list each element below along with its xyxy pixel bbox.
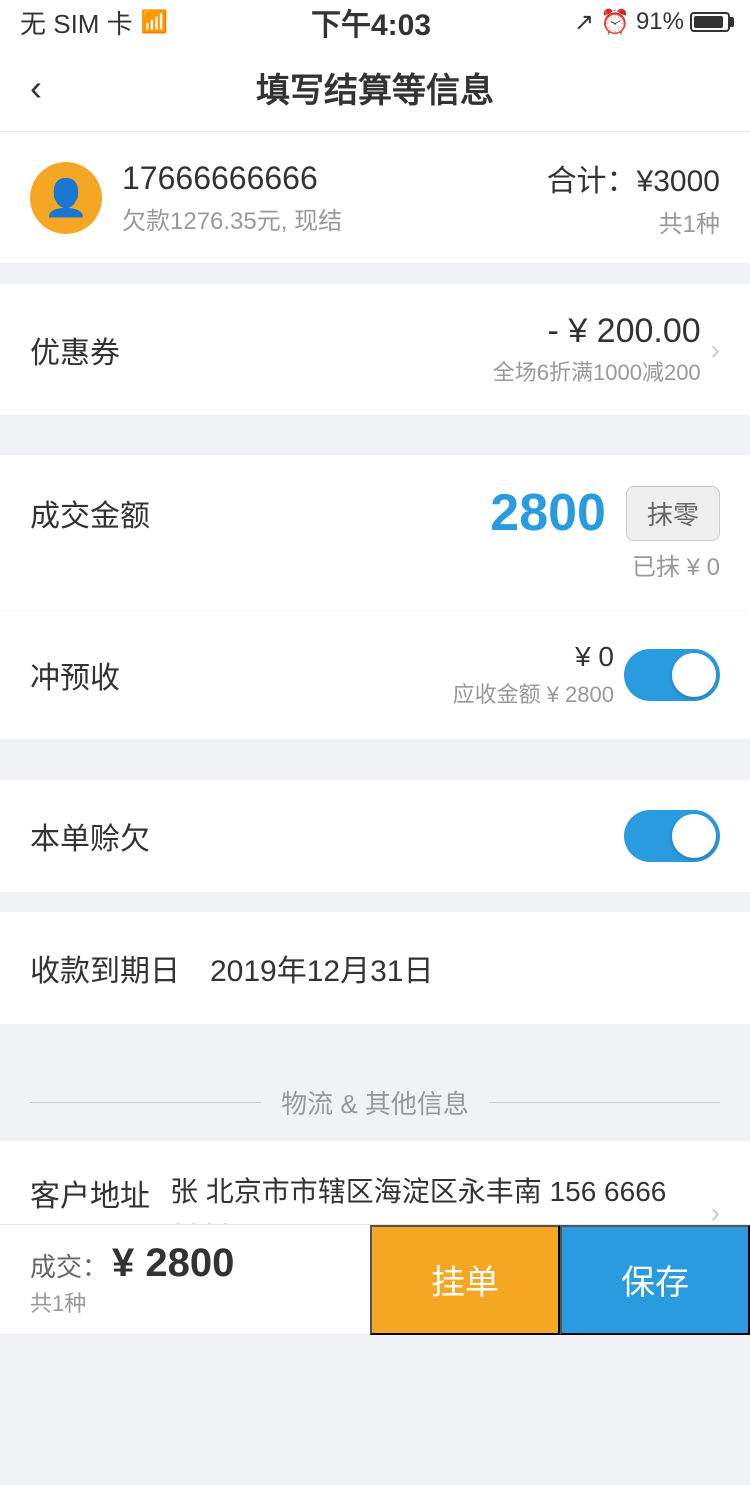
logistics-section-header: 物流 & 其他信息 — [0, 1064, 750, 1141]
page-title: 填写结算等信息 — [256, 63, 494, 112]
prepayment-row: 冲预收 ¥ 0 应收金额 ¥ 2800 — [0, 610, 750, 739]
status-bar-right: ↗ ⏰ 91% — [574, 8, 730, 37]
prepayment-value: ¥ 0 — [453, 641, 614, 673]
coupon-chevron-icon: › — [711, 334, 720, 366]
bottom-count: 共1种 — [30, 1286, 340, 1318]
due-date-card: 收款到期日 2019年12月31日 — [0, 912, 750, 1024]
credit-toggle-knob — [672, 814, 716, 858]
alarm-icon: ⏰ — [600, 8, 630, 37]
prepayment-toggle[interactable] — [624, 649, 720, 701]
prepayment-right: ¥ 0 应收金额 ¥ 2800 — [453, 641, 720, 709]
amount-card: 成交金额 2800 抹零 已抹 ¥ 0 冲预收 ¥ 0 应收金额 ¥ 2800 — [0, 455, 750, 739]
credit-toggle[interactable] — [624, 810, 720, 862]
credit-row: 本单赊欠 — [0, 779, 750, 892]
battery-percent: 91% — [636, 8, 684, 36]
total-amount: 合计：¥3000 — [547, 156, 720, 200]
due-date-label: 收款到期日 — [30, 946, 180, 990]
status-bar: 无 SIM 卡 📶 下午4:03 ↗ ⏰ 91% — [0, 0, 750, 44]
coupon-right: - ¥ 200.00 全场6折满1000减200 — [493, 312, 701, 387]
section-line-right — [489, 1102, 720, 1103]
amount-row: 成交金额 2800 抹零 — [30, 483, 720, 543]
avatar: 👤 — [30, 162, 102, 234]
user-total: 合计：¥3000 共1种 — [547, 156, 720, 239]
toggle-knob — [672, 653, 716, 697]
bottom-bar: 成交： ¥ 2800 共1种 挂单 保存 — [0, 1224, 750, 1334]
user-info: 17666666666 欠款1276.35元, 现结 — [122, 160, 547, 236]
battery-fill — [694, 16, 723, 28]
status-bar-time: 下午4:03 — [311, 0, 431, 44]
bottom-deal-row: 成交： ¥ 2800 — [30, 1241, 340, 1286]
user-card: 👤 17666666666 欠款1276.35元, 现结 合计：¥3000 共1… — [0, 132, 750, 264]
amount-value-wrapper: 2800 抹零 — [490, 483, 720, 543]
battery-icon — [690, 12, 730, 32]
amount-label: 成交金额 — [30, 491, 150, 535]
section-line-left — [30, 1102, 261, 1103]
bottom-deal-label: 成交： — [30, 1247, 108, 1284]
section-gap-1 — [0, 435, 750, 455]
section-gap-2 — [0, 759, 750, 779]
credit-card: 本单赊欠 — [0, 779, 750, 892]
due-date-row: 收款到期日 2019年12月31日 — [0, 912, 750, 1024]
section-gap-3 — [0, 1044, 750, 1064]
user-row: 👤 17666666666 欠款1276.35元, 现结 合计：¥3000 共1… — [0, 132, 750, 264]
user-phone: 17666666666 — [122, 160, 547, 197]
coupon-row[interactable]: 优惠券 - ¥ 200.00 全场6折满1000减200 › — [0, 284, 750, 415]
bottom-amount: ¥ 2800 — [112, 1241, 234, 1286]
back-button[interactable]: ‹ — [20, 57, 52, 119]
amount-number: 2800 — [490, 483, 606, 543]
round-button[interactable]: 抹零 — [626, 486, 720, 541]
prepayment-sub: 应收金额 ¥ 2800 — [453, 677, 614, 709]
hang-button[interactable]: 挂单 — [370, 1225, 560, 1335]
address-label: 客户地址 — [30, 1171, 170, 1215]
credit-label: 本单赊欠 — [30, 814, 624, 858]
coupon-desc: 全场6折满1000减200 — [493, 355, 701, 387]
bottom-info: 成交： ¥ 2800 共1种 — [0, 1241, 370, 1318]
nav-bar: ‹ 填写结算等信息 — [0, 44, 750, 132]
status-bar-left: 无 SIM 卡 📶 — [20, 4, 168, 41]
logistics-label: 物流 & 其他信息 — [261, 1084, 489, 1121]
coupon-discount: - ¥ 200.00 — [493, 312, 701, 351]
amount-sub: 已抹 ¥ 0 — [30, 547, 720, 582]
avatar-icon: 👤 — [44, 177, 89, 219]
save-button[interactable]: 保存 — [560, 1225, 750, 1335]
due-date-value: 2019年12月31日 — [210, 946, 433, 990]
location-icon: ↗ — [574, 8, 594, 37]
total-count: 共1种 — [547, 204, 720, 239]
wifi-icon: 📶 — [141, 9, 168, 35]
user-sub: 欠款1276.35元, 现结 — [122, 201, 547, 236]
prepayment-label: 冲预收 — [30, 653, 453, 697]
prepayment-values: ¥ 0 应收金额 ¥ 2800 — [453, 641, 614, 709]
coupon-card[interactable]: 优惠券 - ¥ 200.00 全场6折满1000减200 › — [0, 284, 750, 415]
coupon-label: 优惠券 — [30, 328, 493, 372]
amount-section: 成交金额 2800 抹零 已抹 ¥ 0 — [0, 455, 750, 610]
carrier-text: 无 SIM 卡 — [20, 4, 133, 41]
